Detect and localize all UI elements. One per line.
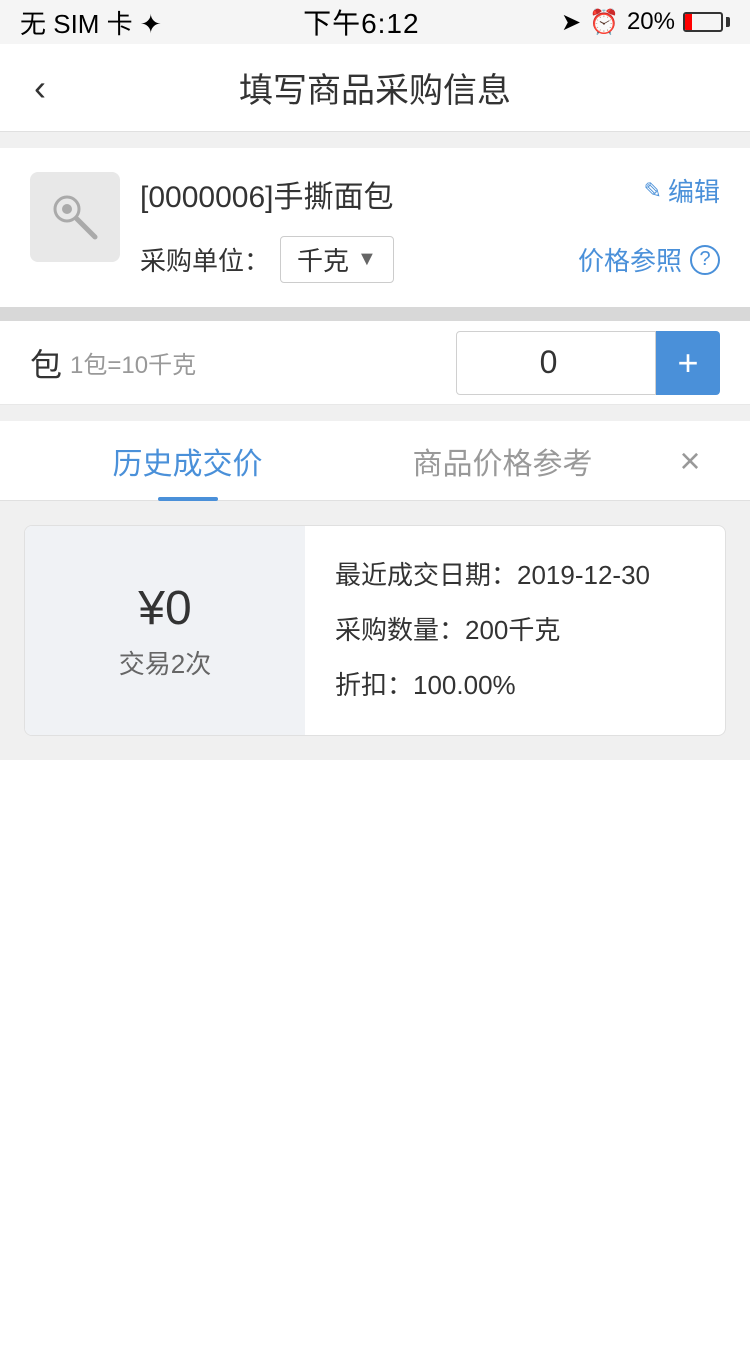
- product-thumbnail: [30, 172, 120, 262]
- tab-product-price-ref[interactable]: 商品价格参考: [345, 421, 660, 501]
- tab-close-button[interactable]: ×: [660, 431, 720, 491]
- tab-product-label: 商品价格参考: [413, 439, 593, 483]
- tab-bar: 历史成交价 商品价格参考 ×: [0, 421, 750, 501]
- history-price-section: ¥0 交易2次: [25, 526, 305, 735]
- edit-button[interactable]: ✎ 编辑: [644, 172, 720, 209]
- quantity-row: 包 1包=10千克 +: [0, 321, 750, 405]
- sim-status: 无 SIM 卡 ✦: [20, 4, 162, 41]
- footer-space: [0, 760, 750, 1360]
- alarm-icon: ⏰: [589, 8, 619, 37]
- tab-history-label: 历史成交价: [113, 439, 263, 483]
- info-icon: ?: [690, 245, 720, 275]
- history-qty: 采购数量：200千克: [335, 611, 695, 650]
- qty-value: 200千克: [465, 615, 560, 645]
- history-count: 交易2次: [119, 644, 211, 681]
- discount-label: 折扣：: [335, 670, 413, 700]
- nav-bar: ‹ 填写商品采购信息: [0, 44, 750, 132]
- status-right: ➤ ⏰ 20%: [561, 8, 730, 37]
- unit-value: 千克: [297, 241, 349, 278]
- page-title: 填写商品采购信息: [239, 63, 511, 112]
- quantity-plus-button[interactable]: +: [656, 331, 720, 395]
- product-header: [0000006]手撕面包 ✎ 编辑: [140, 172, 720, 216]
- product-card: [0000006]手撕面包 ✎ 编辑 采购单位： 千克 ▼ 价格参照 ?: [0, 148, 750, 307]
- edit-label: 编辑: [668, 172, 720, 209]
- status-bar: 无 SIM 卡 ✦ 下午6:12 ➤ ⏰ 20%: [0, 0, 750, 44]
- status-time: 下午6:12: [303, 2, 420, 42]
- unit-select[interactable]: 千克 ▼: [280, 236, 394, 283]
- location-icon: ➤: [561, 8, 581, 37]
- qty-label: 采购数量：: [335, 615, 465, 645]
- price-ref-label: 价格参照: [578, 241, 682, 278]
- history-recent-date: 最近成交日期：2019-12-30: [335, 556, 695, 595]
- unit-label: 采购单位：: [140, 241, 270, 278]
- history-detail-section: 最近成交日期：2019-12-30 采购数量：200千克 折扣：100.00%: [305, 526, 725, 735]
- tab-history-price[interactable]: 历史成交价: [30, 421, 345, 501]
- unit-sub: 1包=10千克: [70, 345, 196, 380]
- dropdown-icon: ▼: [357, 248, 377, 271]
- history-card: ¥0 交易2次 最近成交日期：2019-12-30 采购数量：200千克 折扣：…: [24, 525, 726, 736]
- quantity-input[interactable]: [456, 331, 656, 395]
- edit-icon: ✎: [644, 178, 662, 204]
- back-button[interactable]: ‹: [0, 44, 80, 132]
- quantity-input-wrap: +: [456, 331, 720, 395]
- battery-percent: 20%: [627, 8, 675, 36]
- unit-char: 包: [30, 340, 62, 386]
- status-left: 无 SIM 卡 ✦: [20, 4, 162, 41]
- product-info: [0000006]手撕面包 ✎ 编辑 采购单位： 千克 ▼ 价格参照 ?: [140, 172, 720, 283]
- history-price-value: ¥0: [138, 581, 191, 636]
- discount-value: 100.00%: [413, 670, 516, 700]
- product-name: [0000006]手撕面包: [140, 172, 393, 216]
- quantity-label: 包 1包=10千克: [30, 340, 196, 386]
- product-meta: 采购单位： 千克 ▼ 价格参照 ?: [140, 236, 720, 283]
- price-ref-button[interactable]: 价格参照 ?: [578, 241, 720, 278]
- section-divider: [0, 307, 750, 321]
- recent-date-label: 最近成交日期：: [335, 560, 517, 590]
- history-discount: 折扣：100.00%: [335, 666, 695, 705]
- recent-date-value: 2019-12-30: [517, 560, 650, 590]
- battery-indicator: [683, 12, 730, 32]
